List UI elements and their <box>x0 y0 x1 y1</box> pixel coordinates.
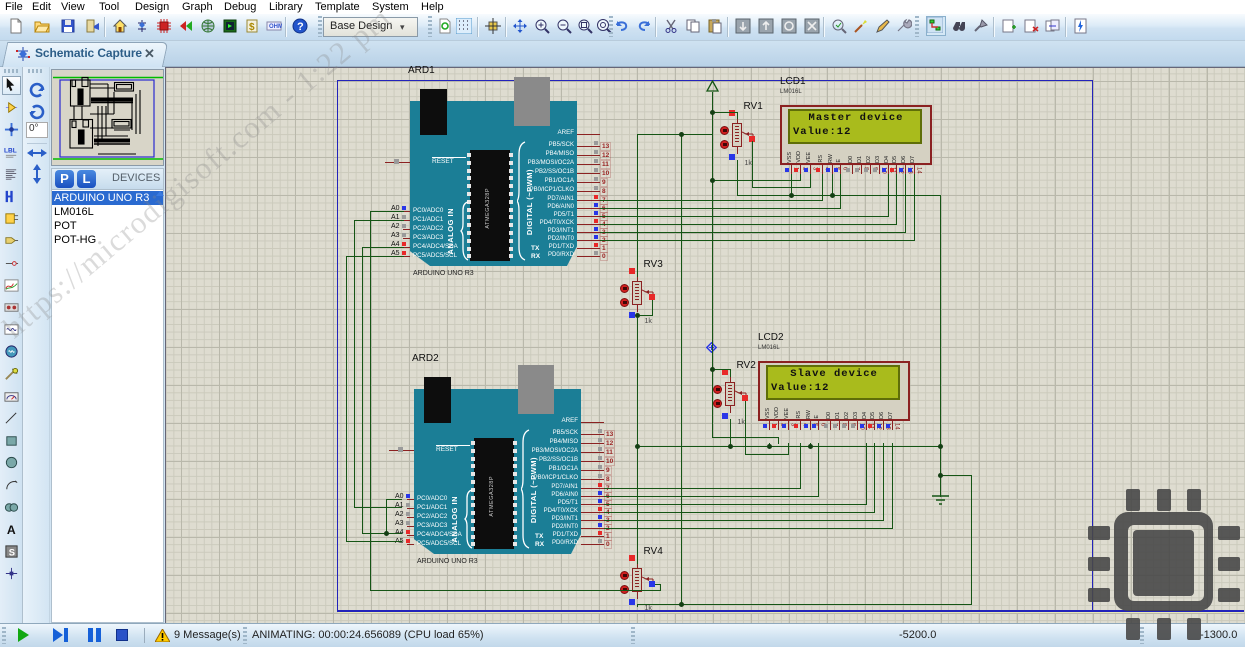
svg-text:$: $ <box>249 22 255 33</box>
svg-text:S: S <box>9 547 15 557</box>
svg-text:OHM: OHM <box>269 24 282 30</box>
svg-text:?: ? <box>297 21 304 33</box>
svg-text:A: A <box>7 523 16 537</box>
svg-text:LBL: LBL <box>4 148 17 155</box>
